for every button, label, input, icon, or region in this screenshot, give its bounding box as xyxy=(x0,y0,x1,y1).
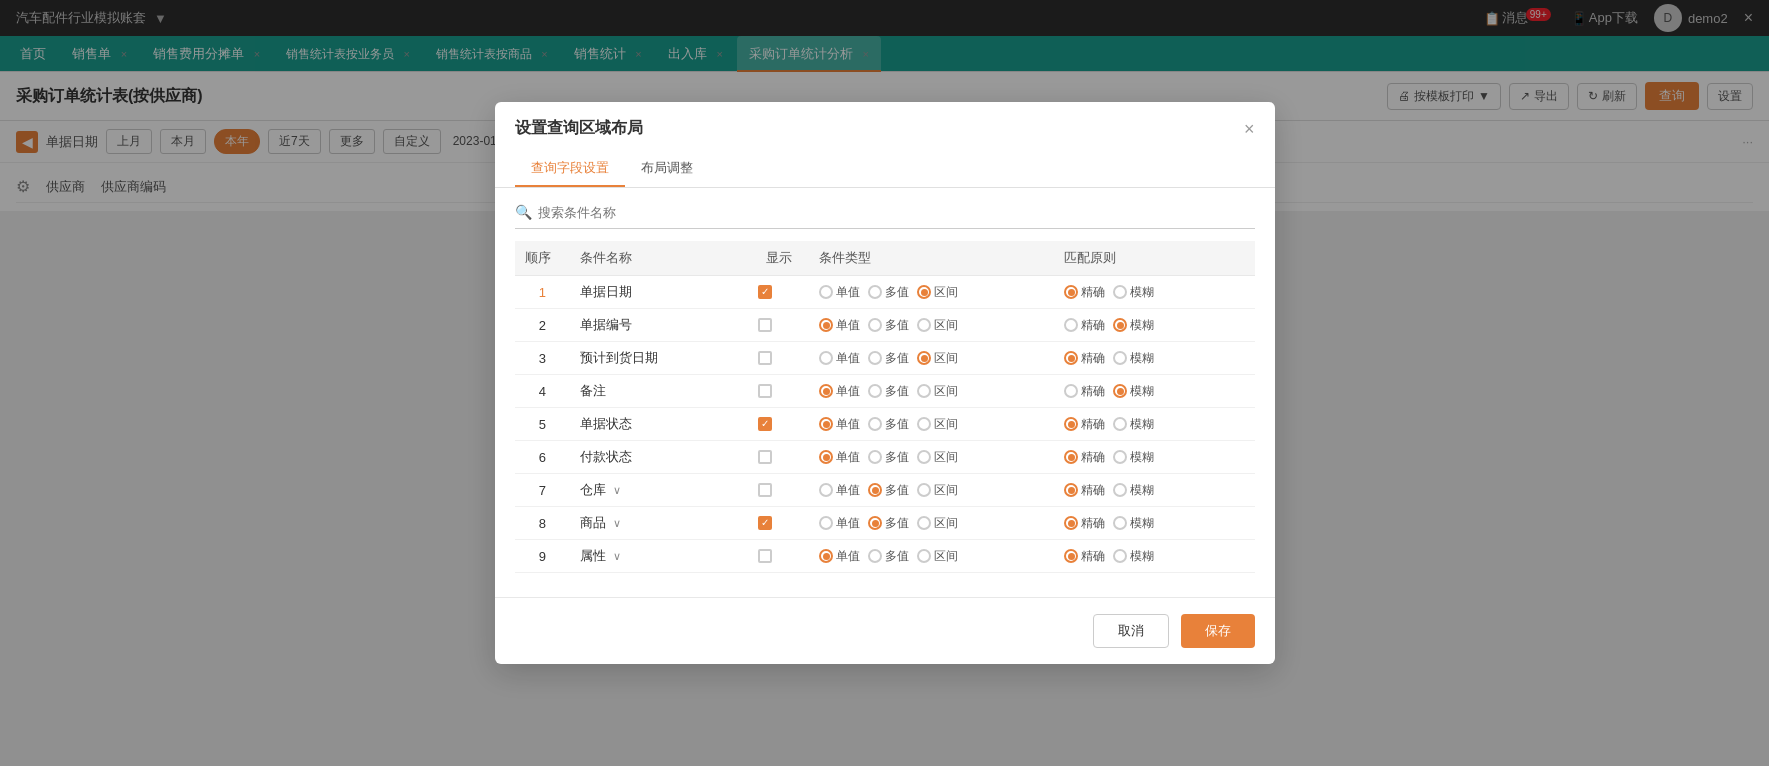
modal-overlay: 设置查询区域布局 × 查询字段设置 布局调整 🔍 xyxy=(0,0,1769,211)
search-bar: 🔍 xyxy=(515,204,1255,211)
modal-body: 🔍 顺序 条件名称 显示 条件类型 匹配原则 xyxy=(495,188,1275,211)
modal-header: 设置查询区域布局 × xyxy=(495,102,1275,139)
search-input[interactable] xyxy=(538,205,1255,212)
modal-close-button[interactable]: × xyxy=(1244,120,1255,138)
modal-title: 设置查询区域布局 xyxy=(515,118,643,139)
modal-tab-layout[interactable]: 布局调整 xyxy=(625,151,709,187)
modal-tabs: 查询字段设置 布局调整 xyxy=(495,151,1275,188)
settings-modal: 设置查询区域布局 × 查询字段设置 布局调整 🔍 xyxy=(495,102,1275,211)
modal-tab-query-fields[interactable]: 查询字段设置 xyxy=(515,151,625,187)
search-icon: 🔍 xyxy=(515,204,532,211)
